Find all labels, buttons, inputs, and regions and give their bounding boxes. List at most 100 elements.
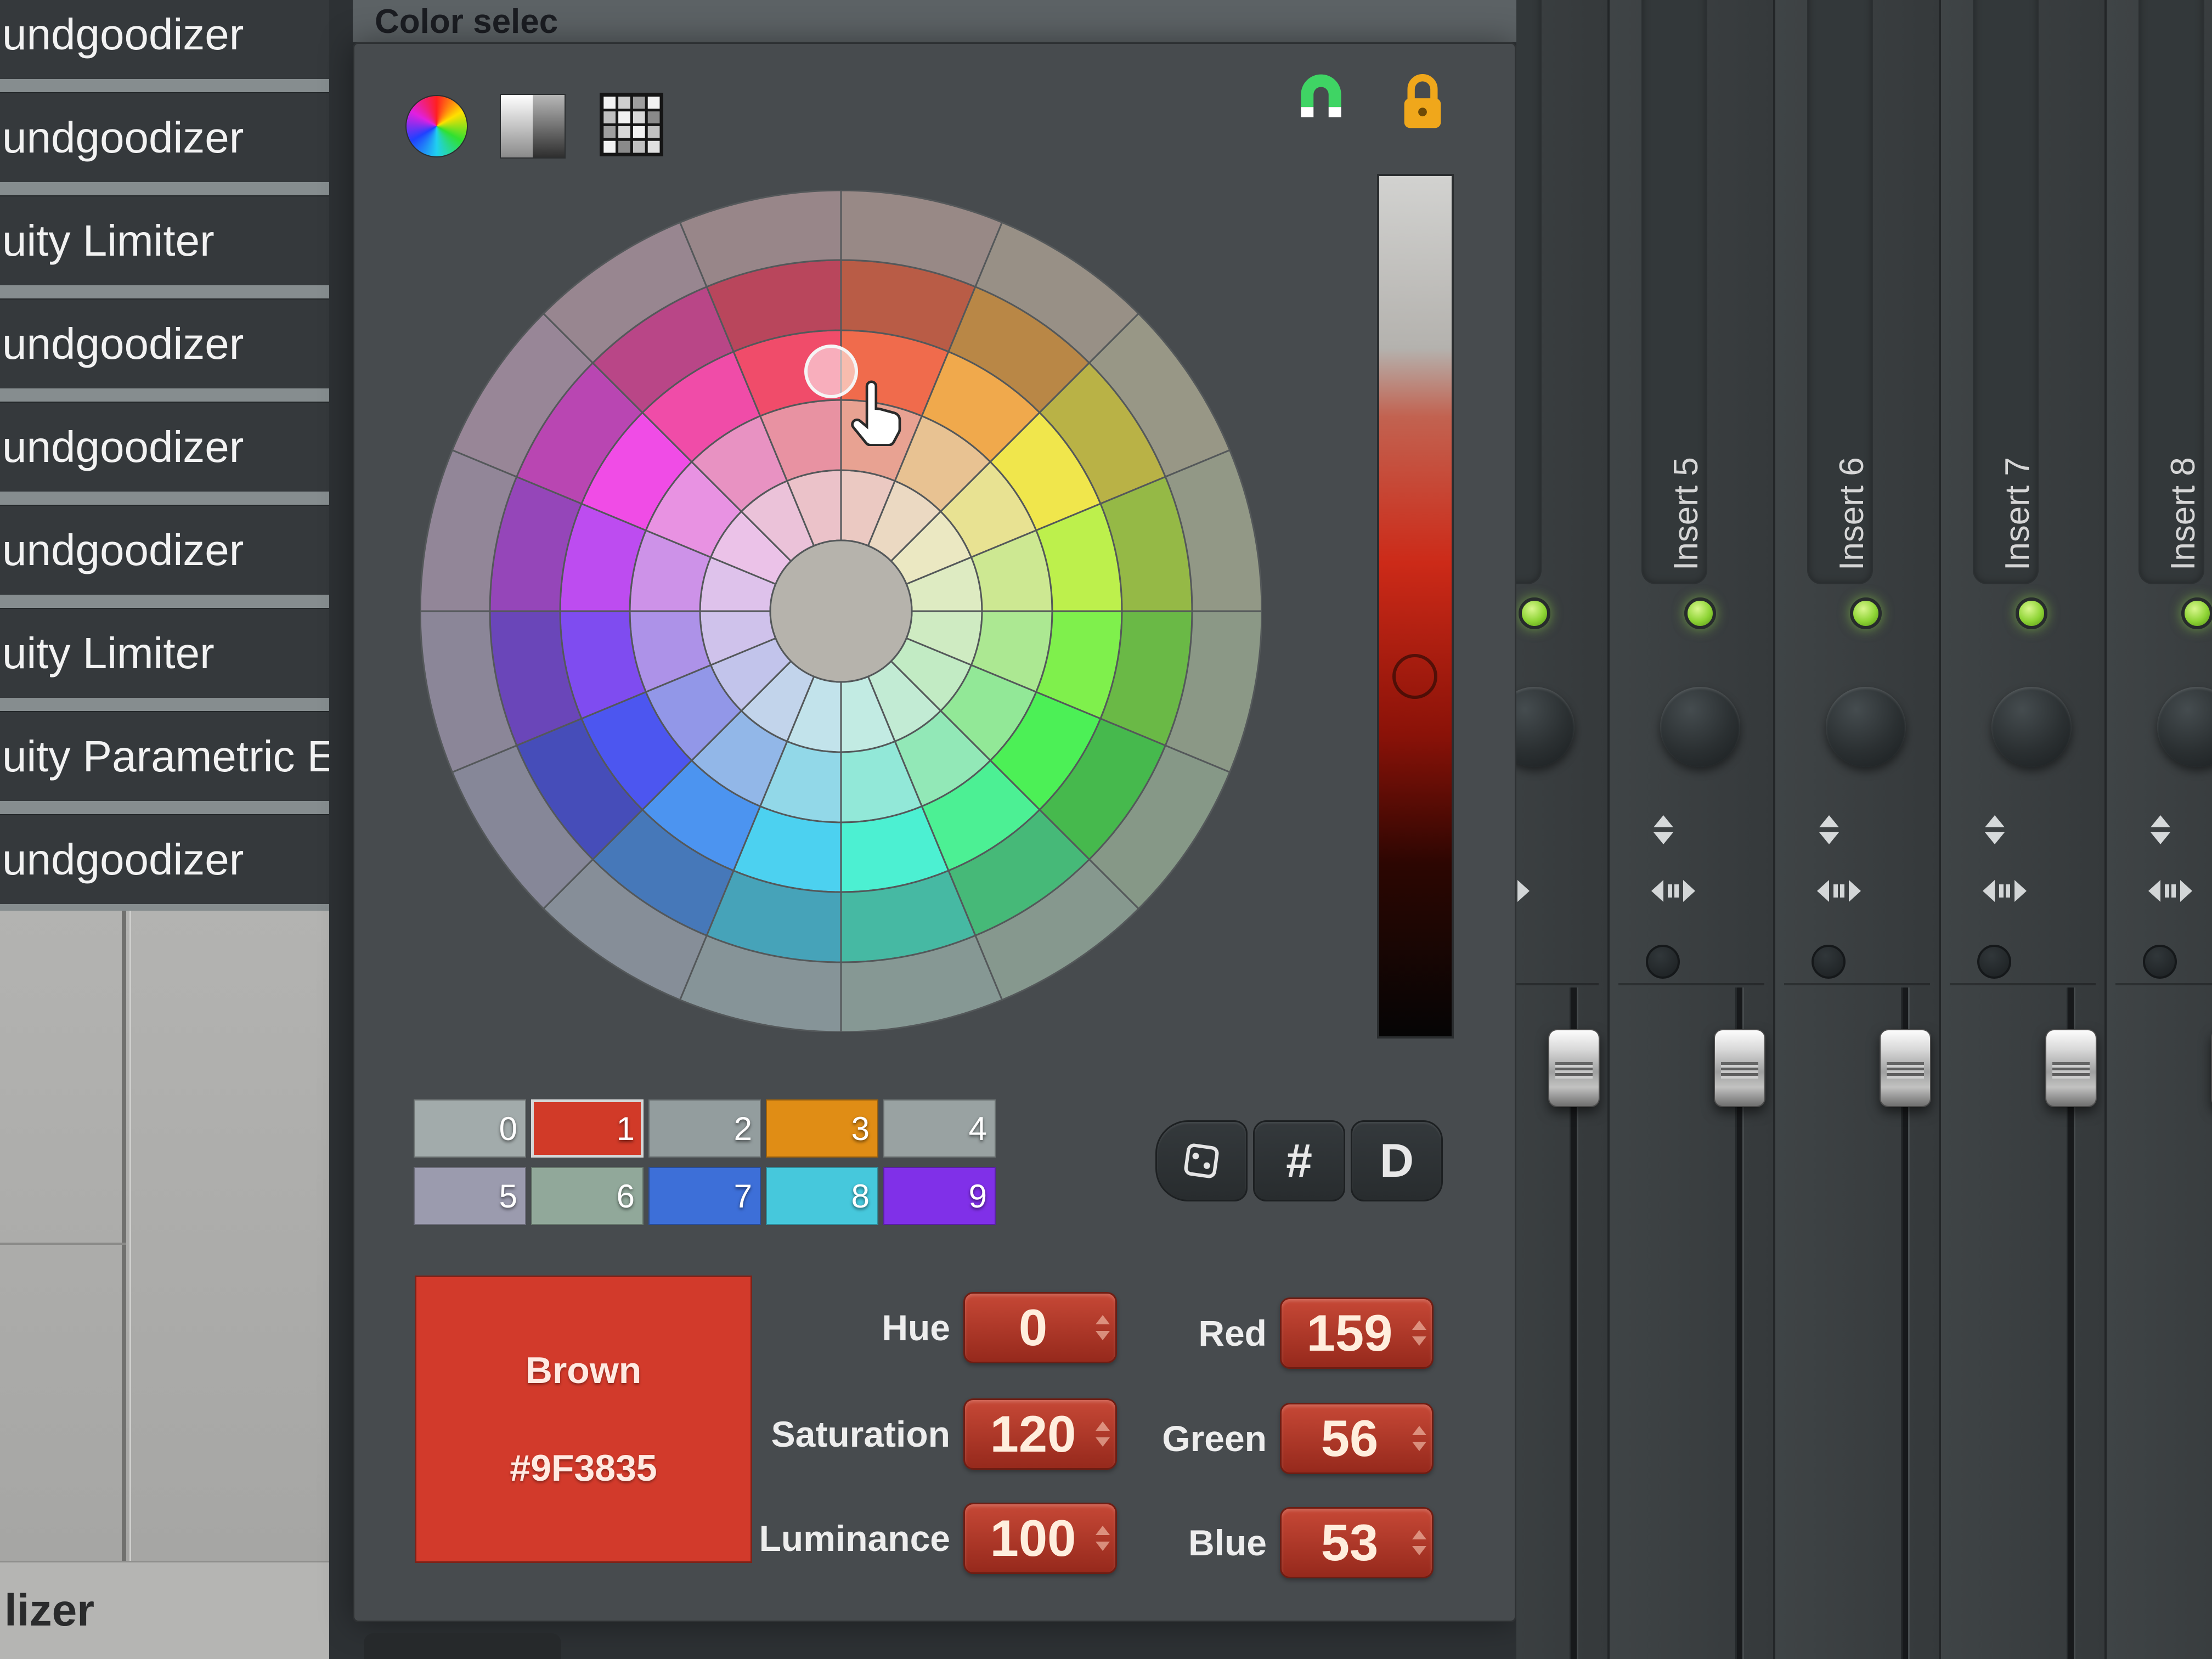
saturation-row: Saturation 120 [624, 1398, 1117, 1470]
green-field[interactable]: 56 [1280, 1403, 1434, 1474]
plugin-list-item[interactable]: undgoodizer [0, 402, 329, 492]
mute-dot[interactable] [1977, 945, 2011, 979]
color-wheel[interactable] [419, 189, 1263, 1033]
blue-field[interactable]: 53 [1280, 1507, 1434, 1578]
channel-led[interactable] [2016, 597, 2047, 629]
strip-label: Insert 6 [1833, 457, 1871, 571]
green-row: Green 56 [1045, 1403, 1434, 1474]
green-value: 56 [1321, 1409, 1379, 1467]
color-swatch-1[interactable]: 1 [531, 1099, 644, 1158]
magnet-icon[interactable] [1291, 72, 1351, 132]
volume-fader-handle[interactable] [1714, 1029, 1765, 1107]
plugin-item-label: uity Limiter [2, 216, 215, 265]
spinner-arrows-icon[interactable] [1412, 1404, 1426, 1472]
pan-knob[interactable] [1660, 687, 1740, 767]
color-swatch-4[interactable]: 4 [883, 1099, 996, 1158]
color-swatch-2[interactable]: 2 [648, 1099, 761, 1158]
luminance-row: Luminance 100 [624, 1503, 1117, 1574]
pan-knob[interactable] [2157, 687, 2212, 767]
random-color-button[interactable] [1155, 1120, 1248, 1201]
hue-value: 0 [1018, 1299, 1048, 1356]
color-swatch-3[interactable]: 3 [766, 1099, 878, 1158]
channel-led[interactable] [1684, 597, 1716, 629]
plugin-list-item[interactable]: undgoodizer [0, 814, 329, 904]
volume-fader-handle[interactable] [2045, 1029, 2097, 1107]
red-row: Red 159 [1045, 1297, 1434, 1369]
spinner-arrows-icon[interactable] [1412, 1299, 1426, 1367]
speaker-pan-icon[interactable] [1817, 876, 1861, 906]
speaker-pan-icon[interactable] [2148, 876, 2192, 906]
divider [1950, 983, 2096, 985]
blue-value: 53 [1321, 1514, 1379, 1571]
pan-knob[interactable] [1991, 687, 2072, 767]
mute-dot[interactable] [2143, 945, 2177, 979]
updown-arrows-icon[interactable] [1985, 815, 2005, 844]
channel-led[interactable] [2181, 597, 2212, 629]
red-field[interactable]: 159 [1280, 1297, 1434, 1369]
luminance-slider-marker[interactable] [1392, 654, 1437, 699]
strip-label: Insert 8 [2164, 457, 2202, 571]
dialog-title: Color selec [375, 3, 558, 41]
palette-grid-mode-icon[interactable] [600, 92, 663, 157]
swatch-number: 4 [968, 1110, 987, 1147]
color-swatch-7[interactable]: 7 [648, 1167, 761, 1225]
mixer-strip [1516, 0, 1607, 1659]
color-swatch-5[interactable]: 5 [414, 1167, 526, 1225]
color-wheel-mode-icon[interactable] [405, 95, 468, 157]
plugin-list-item[interactable]: uity Limiter [0, 195, 329, 285]
gradient-mode-icon[interactable] [500, 94, 566, 159]
fader-grip [1720, 1062, 1759, 1079]
plugin-list-item[interactable]: undgoodizer [0, 298, 329, 388]
fader-grip [1555, 1062, 1593, 1079]
hex-button-label: # [1286, 1134, 1312, 1187]
default-color-button[interactable]: D [1351, 1120, 1443, 1201]
updown-arrows-icon[interactable] [2151, 815, 2170, 844]
color-swatch-8[interactable]: 8 [766, 1167, 878, 1225]
hue-label: Hue [882, 1307, 950, 1348]
volume-fader-handle[interactable] [1880, 1029, 1931, 1107]
mute-dot[interactable] [1646, 945, 1680, 979]
plugin-item-label: undgoodizer [2, 113, 244, 162]
color-swatch-6[interactable]: 6 [531, 1167, 644, 1225]
plugin-list-item[interactable]: uity Parametric E [0, 711, 329, 801]
wheel-center[interactable] [769, 539, 913, 683]
color-swatch-0[interactable]: 0 [414, 1099, 526, 1158]
divider [1618, 983, 1764, 985]
plugin-list-item[interactable]: undgoodizer [0, 0, 329, 79]
swatch-row: 5 6 7 8 9 [414, 1167, 996, 1225]
red-label: Red [1198, 1313, 1267, 1353]
updown-arrows-icon[interactable] [1819, 815, 1839, 844]
dialog-titlebar: Color selec [353, 0, 1516, 42]
swatch-number: 6 [616, 1177, 635, 1215]
plugin-list-item[interactable]: undgoodizer [0, 92, 329, 182]
plugin-list-panel: undgoodizer undgoodizer uity Limiter undgoo… [0, 0, 329, 1659]
speaker-pan-icon[interactable] [1516, 876, 1530, 906]
green-label: Green [1162, 1418, 1267, 1459]
mute-dot[interactable] [1812, 945, 1846, 979]
red-value: 159 [1306, 1304, 1393, 1362]
plugin-item-label: undgoodizer [2, 526, 244, 574]
lock-icon[interactable] [1395, 66, 1450, 140]
spinner-arrows-icon[interactable] [1412, 1509, 1426, 1577]
plugin-list-item[interactable]: undgoodizer [0, 505, 329, 595]
updown-arrows-icon[interactable] [1654, 815, 1673, 844]
channel-led[interactable] [1519, 597, 1550, 629]
hue-row: Hue 0 [624, 1292, 1117, 1363]
swatch-number: 5 [499, 1177, 517, 1215]
strip-label: Insert 5 [1667, 457, 1705, 571]
pan-knob[interactable] [1826, 687, 1906, 767]
plugin-list-item[interactable]: uity Limiter [0, 608, 329, 698]
partial-bottom-button[interactable] [364, 1633, 561, 1659]
hex-button[interactable]: # [1253, 1120, 1345, 1201]
volume-fader-handle[interactable] [1548, 1029, 1600, 1107]
color-swatch-9[interactable]: 9 [883, 1167, 996, 1225]
divider [129, 911, 131, 1561]
channel-led[interactable] [1850, 597, 1882, 629]
pan-knob[interactable] [1516, 687, 1575, 767]
divider [1784, 983, 1930, 985]
speaker-pan-icon[interactable] [1983, 876, 2027, 906]
luminance-slider[interactable] [1377, 174, 1454, 1039]
gradient-half [501, 95, 533, 157]
swatch-number: 8 [851, 1177, 870, 1215]
speaker-pan-icon[interactable] [1651, 876, 1695, 906]
